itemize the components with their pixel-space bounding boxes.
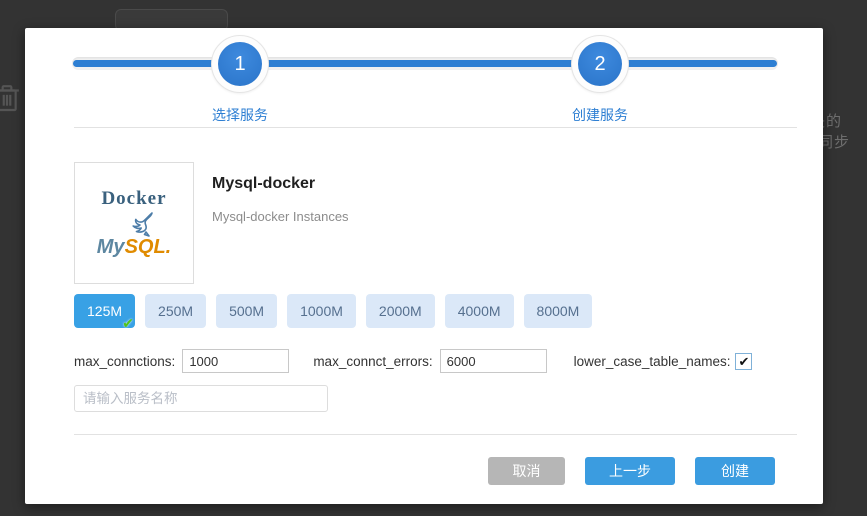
mysql-logo-my: My [96, 235, 125, 258]
service-name-input[interactable] [74, 385, 328, 412]
max-connections-label: max_connctions: [74, 353, 176, 369]
step-2-number: 2 [578, 42, 622, 86]
dialog-footer: 取消 上一步 创建 [25, 457, 823, 485]
memory-option-125m[interactable]: 125M ✔ [74, 294, 136, 331]
memory-option-8000m[interactable]: 8000M [523, 294, 593, 328]
selected-check-icon: ✔ [122, 315, 135, 331]
wizard-stepper: 1 选择服务 2 创建服务 [25, 28, 823, 127]
memory-options: 125M ✔ 250M 500M 1000M 2000M 4000M 8000M [74, 294, 797, 331]
step-1-number: 1 [218, 42, 262, 86]
trash-icon [0, 85, 19, 112]
step-create-service[interactable]: 2 创建服务 [540, 35, 660, 125]
cancel-button[interactable]: 取消 [488, 457, 565, 485]
create-button[interactable]: 创建 [695, 457, 775, 485]
mysql-docker-logo: Docker MySQL. [74, 162, 194, 284]
memory-option-2000m[interactable]: 2000M [365, 294, 435, 328]
create-service-dialog: 1 选择服务 2 创建服务 Docker MySQL. Mysql-docker… [25, 28, 823, 504]
footer-divider [74, 434, 797, 435]
step-1-circle: 1 [211, 35, 269, 93]
docker-logo-text: Docker [101, 187, 167, 209]
step-1-label: 选择服务 [212, 107, 268, 123]
mysql-logo-text: MySQL. [97, 236, 171, 259]
stepper-track [72, 57, 778, 70]
memory-option-500m[interactable]: 500M [216, 294, 278, 328]
step-2-label: 创建服务 [572, 107, 628, 123]
previous-step-button[interactable]: 上一步 [585, 457, 675, 485]
step-select-service[interactable]: 1 选择服务 [180, 35, 300, 125]
max-connect-errors-label: max_connct_errors: [313, 353, 433, 369]
service-subtitle: Mysql-docker Instances [212, 209, 349, 224]
memory-option-4000m[interactable]: 4000M [444, 294, 514, 328]
max-connect-errors-input[interactable] [439, 349, 547, 373]
stepper-divider [74, 127, 797, 128]
mysql-dolphin-icon [132, 211, 153, 237]
stepper-track-fill [73, 60, 777, 67]
config-form-row: max_connctions: max_connct_errors: lower… [74, 349, 797, 373]
service-header: Docker MySQL. Mysql-docker Mysql-docker … [74, 162, 797, 284]
mysql-logo-sql: SQL. [124, 235, 172, 258]
step-2-circle: 2 [571, 35, 629, 93]
lower-case-checkbox[interactable]: ✔ [735, 352, 753, 370]
max-connections-input[interactable] [182, 349, 290, 373]
checkbox-check-icon: ✔ [738, 353, 750, 369]
memory-option-1000m[interactable]: 1000M [287, 294, 356, 328]
memory-option-250m[interactable]: 250M [145, 294, 207, 328]
service-title: Mysql-docker [212, 175, 316, 192]
lower-case-table-names-label: lower_case_table_names: [573, 353, 731, 369]
